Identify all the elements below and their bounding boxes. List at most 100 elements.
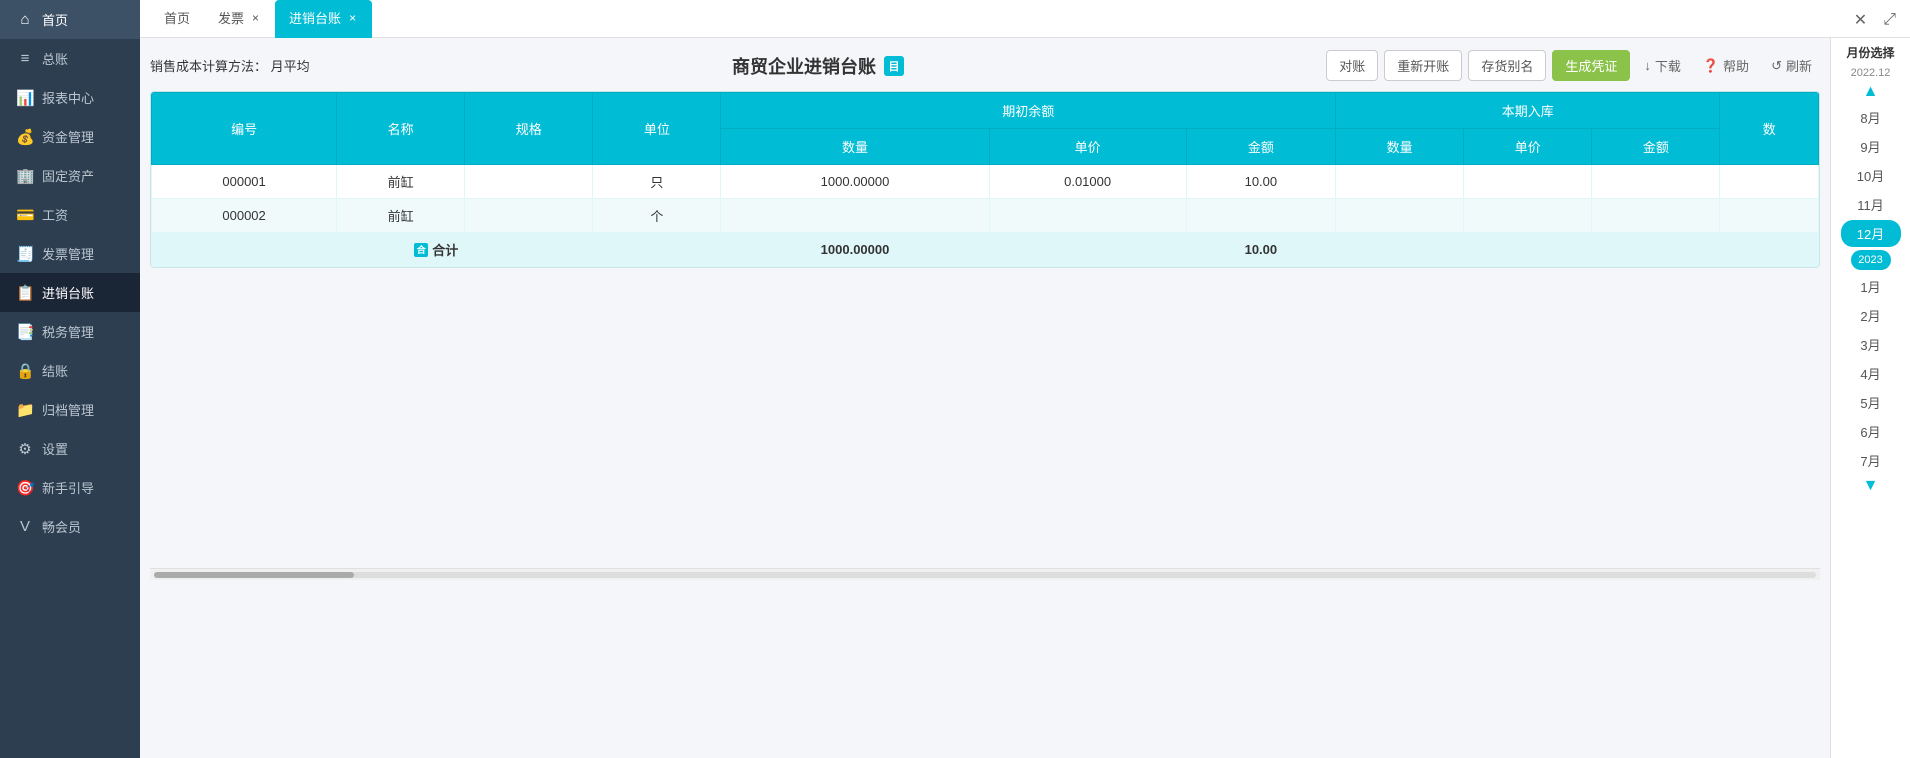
cell-opening-amount: 10.00 [1186, 165, 1336, 199]
col-header-name: 名称 [337, 93, 465, 165]
col-header-code: 编号 [152, 93, 337, 165]
table-row: 000002 前缸 个 [152, 199, 1819, 233]
table-row: 000001 前缸 只 1000.00000 0.01000 10.00 [152, 165, 1819, 199]
col-opening-qty: 数量 [721, 129, 989, 165]
cell-extra [1720, 165, 1819, 199]
month-item-9[interactable]: 9月 [1841, 133, 1901, 160]
cell-name: 前缸 [337, 199, 465, 233]
month-selector-panel: 月份选择 2022.12 ▲ 8月 9月 10月 11月 12月 2023 1月 [1830, 38, 1910, 758]
col-group-inbound: 本期入库 [1336, 93, 1720, 129]
save-alias-button[interactable]: 存货别名 [1468, 50, 1546, 81]
sidebar-item-invoices[interactable]: 🧾 发票管理 [0, 234, 140, 273]
page-title: 商贸企业进销台账 [732, 53, 876, 79]
tab-invoice-close[interactable]: × [250, 11, 261, 25]
month-item-2023-7[interactable]: 7月 [1841, 447, 1901, 474]
cell-inbound-amount [1592, 165, 1720, 199]
tab-inventory-close[interactable]: × [347, 11, 358, 25]
inventory-table-wrapper: 编号 名称 规格 单位 期初余额 本期入库 数 数量 单价 金额 数 [150, 91, 1820, 268]
month-item-10[interactable]: 10月 [1841, 162, 1901, 189]
download-button[interactable]: ↓ 下载 [1636, 51, 1689, 80]
sidebar-item-inventory[interactable]: 📋 进销台账 [0, 273, 140, 312]
total-icon: 合 [414, 243, 428, 257]
sidebar-item-assets[interactable]: 🏢 固定资产 [0, 156, 140, 195]
sidebar-item-archive[interactable]: 📁 归档管理 [0, 390, 140, 429]
invoices-icon: 🧾 [16, 245, 34, 263]
scroll-thumb [154, 572, 354, 578]
main-area: 首页 发票 × 进销台账 × ✕ ⤢ 销售成本计算方法： 月平均 商贸企业进销台… [140, 0, 1910, 758]
cell-inbound-amount [1592, 199, 1720, 233]
total-extra [1720, 233, 1819, 267]
sidebar-item-tax[interactable]: 📑 税务管理 [0, 312, 140, 351]
cell-inbound-qty [1336, 199, 1464, 233]
sidebar-item-settings[interactable]: ⚙ 设置 [0, 429, 140, 468]
sidebar-item-home[interactable]: ⌂ 首页 [0, 0, 140, 39]
wages-icon: 💳 [16, 206, 34, 224]
home-icon: ⌂ [16, 11, 34, 28]
archive-icon: 📁 [16, 401, 34, 419]
help-button[interactable]: ❓ 帮助 [1695, 51, 1757, 80]
month-item-8[interactable]: 8月 [1841, 104, 1901, 131]
month-item-2023-6[interactable]: 6月 [1841, 418, 1901, 445]
page-title-area: 商贸企业进销台账 目 [732, 53, 904, 79]
reopen-button[interactable]: 重新开账 [1384, 50, 1462, 81]
sidebar-item-reports[interactable]: 📊 报表中心 [0, 78, 140, 117]
cell-unit: 只 [593, 165, 721, 199]
month-item-2023-1[interactable]: 1月 [1841, 273, 1901, 300]
total-opening-price [989, 233, 1186, 267]
month-scroll-down-button[interactable]: ▼ [1861, 475, 1881, 497]
cell-inbound-qty [1336, 165, 1464, 199]
window-maximize-button[interactable]: ⤢ [1879, 8, 1900, 32]
tab-inventory[interactable]: 进销台账 × [275, 0, 372, 38]
guide-icon: 🎯 [16, 479, 34, 497]
total-inbound-qty [1336, 233, 1464, 267]
action-buttons: 对账 重新开账 存货别名 生成凭证 ↓ 下载 ❓ 帮助 [1326, 50, 1820, 81]
sidebar: ⌂ 首页 ≡ 总账 📊 报表中心 💰 资金管理 🏢 固定资产 💳 工资 🧾 发票… [0, 0, 140, 758]
window-controls: ✕ ⤢ [1850, 8, 1900, 32]
cell-opening-price [989, 199, 1186, 233]
sidebar-item-guide[interactable]: 🎯 新手引导 [0, 468, 140, 507]
window-close-button[interactable]: ✕ [1850, 8, 1871, 32]
month-item-11[interactable]: 11月 [1841, 191, 1901, 218]
col-opening-amount: 金额 [1186, 129, 1336, 165]
scroll-track [154, 572, 1816, 578]
sidebar-item-funds[interactable]: 💰 资金管理 [0, 117, 140, 156]
col-inbound-amount: 金额 [1592, 129, 1720, 165]
cell-inbound-price [1464, 165, 1592, 199]
col-header-extra: 数 [1720, 93, 1819, 165]
col-inbound-qty: 数量 [1336, 129, 1464, 165]
total-row: 合 合计 1000.00000 10.00 [152, 233, 1819, 267]
col-inbound-price: 单价 [1464, 129, 1592, 165]
refresh-button[interactable]: ↺ 刷新 [1763, 51, 1820, 80]
settings-icon: ⚙ [16, 440, 34, 458]
year-2022-label: 2022.12 [1851, 67, 1891, 79]
sidebar-item-member[interactable]: V 畅会员 [0, 507, 140, 546]
total-opening-qty: 1000.00000 [721, 233, 989, 267]
reconcile-button[interactable]: 对账 [1326, 50, 1378, 81]
year-2023-marker: 2023 [1851, 250, 1891, 270]
title-edit-icon[interactable]: 目 [884, 56, 904, 76]
tab-home[interactable]: 首页 [150, 0, 204, 38]
total-opening-amount: 10.00 [1186, 233, 1336, 267]
cell-opening-qty [721, 199, 989, 233]
tab-invoice[interactable]: 发票 × [204, 0, 275, 38]
tab-bar: 首页 发票 × 进销台账 × ✕ ⤢ [140, 0, 1910, 38]
reports-icon: 📊 [16, 89, 34, 107]
horizontal-scrollbar[interactable] [150, 568, 1820, 580]
cell-name: 前缸 [337, 165, 465, 199]
month-item-12[interactable]: 12月 [1841, 220, 1901, 247]
cell-opening-amount [1186, 199, 1336, 233]
generate-voucher-button[interactable]: 生成凭证 [1552, 50, 1630, 81]
main-panel: 销售成本计算方法： 月平均 商贸企业进销台账 目 对账 重新开账 存货别名 [140, 38, 1830, 758]
sidebar-item-close[interactable]: 🔒 结账 [0, 351, 140, 390]
sidebar-item-ledger[interactable]: ≡ 总账 [0, 39, 140, 78]
month-item-2023-2[interactable]: 2月 [1841, 302, 1901, 329]
col-group-opening: 期初余额 [721, 93, 1336, 129]
cell-code: 000001 [152, 165, 337, 199]
month-item-2023-5[interactable]: 5月 [1841, 389, 1901, 416]
month-item-2023-4[interactable]: 4月 [1841, 360, 1901, 387]
inventory-table: 编号 名称 规格 单位 期初余额 本期入库 数 数量 单价 金额 数 [151, 92, 1819, 267]
month-scroll-up-button[interactable]: ▲ [1861, 81, 1881, 103]
month-item-2023-3[interactable]: 3月 [1841, 331, 1901, 358]
cell-inbound-price [1464, 199, 1592, 233]
sidebar-item-wages[interactable]: 💳 工资 [0, 195, 140, 234]
